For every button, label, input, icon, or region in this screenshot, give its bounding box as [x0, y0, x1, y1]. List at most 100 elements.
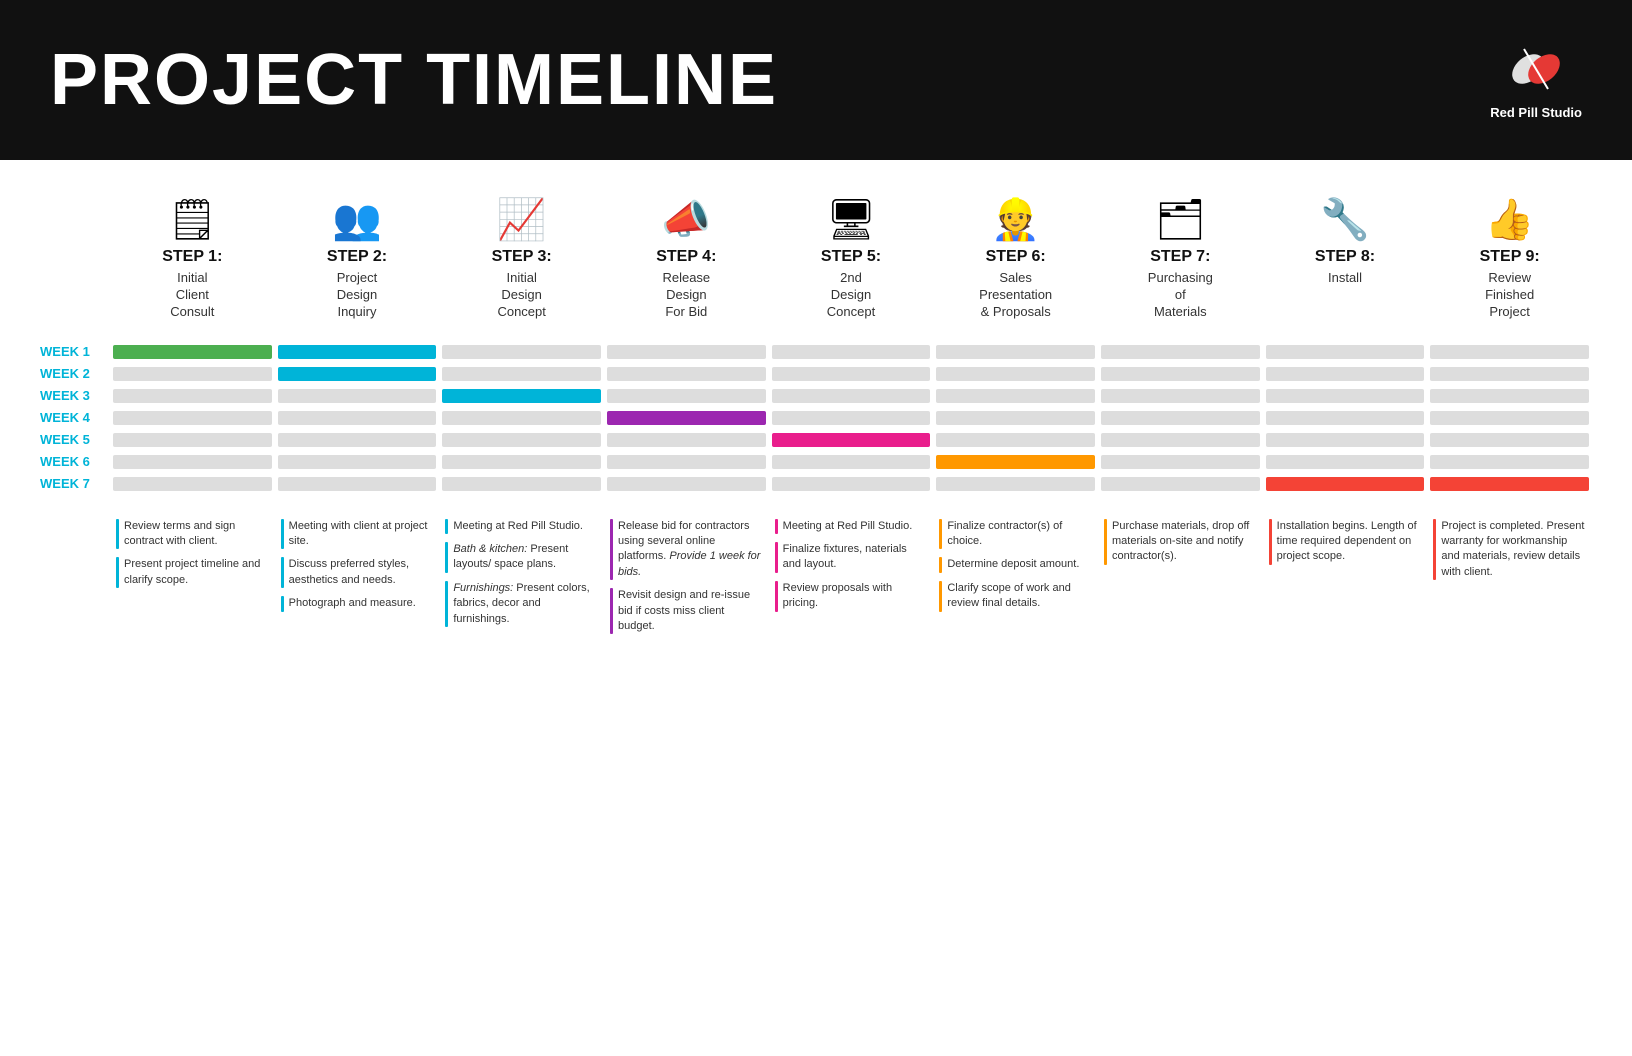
- bar-week7-step3: [439, 473, 604, 495]
- bar-fill-week5-step1: [113, 433, 272, 447]
- step-3-icon: 📈: [497, 200, 547, 240]
- note-text-4-1: Release bid for contractors using severa…: [618, 519, 763, 581]
- note-bar-5-3: [775, 581, 778, 612]
- step-2-number: STEP 2:: [327, 248, 387, 266]
- bar-week5-step3: [439, 429, 604, 451]
- step-1-title: InitialClientConsult: [170, 270, 214, 321]
- bar-fill-week4-step7: [1101, 411, 1260, 425]
- bar-week7-step6: [933, 473, 1098, 495]
- bar-week5-step8: [1263, 429, 1428, 451]
- note-text-6-3: Clarify scope of work and review final d…: [947, 581, 1092, 612]
- bar-fill-week7-step2: [278, 477, 437, 491]
- bar-fill-week2-step9: [1430, 367, 1589, 381]
- note-text-4-2: Revisit design and re-issue bid if costs…: [618, 588, 763, 634]
- notes-col-5: Meeting at Red Pill Studio. Finalize fixt…: [769, 515, 934, 647]
- bar-week2-step3: [439, 363, 604, 385]
- note-bar-2-3: [281, 596, 284, 611]
- step-6-number: STEP 6:: [986, 248, 1046, 266]
- bar-week1-step9: [1427, 341, 1592, 363]
- bar-week3-step6: [933, 385, 1098, 407]
- bar-week1-step6: [933, 341, 1098, 363]
- step-1-icon: 🗒: [167, 200, 218, 240]
- week-label-7: WEEK 7: [40, 473, 110, 495]
- bar-week4-step2: [275, 407, 440, 429]
- bar-week5-step2: [275, 429, 440, 451]
- bar-week6-step6: [933, 451, 1098, 473]
- main-content: 🗒 STEP 1: InitialClientConsult 👥 STEP 2:…: [0, 160, 1632, 686]
- bar-week1-step3: [439, 341, 604, 363]
- bar-fill-week4-step1: [113, 411, 272, 425]
- note-item-3-3: Furnishings: Present colors, fabrics, de…: [445, 581, 598, 627]
- bar-week1-step5: [769, 341, 934, 363]
- note-bar-9-1: [1433, 519, 1436, 581]
- bar-fill-week7-step9: [1430, 477, 1589, 491]
- note-text-3-1: Meeting at Red Pill Studio.: [453, 519, 583, 534]
- bar-week5-step5: [769, 429, 934, 451]
- bar-week1-step1: [110, 341, 275, 363]
- bar-fill-week6-step1: [113, 455, 272, 469]
- bar-week2-step2: [275, 363, 440, 385]
- bar-week3-step5: [769, 385, 934, 407]
- bar-fill-week2-step6: [936, 367, 1095, 381]
- bar-week3-step2: [275, 385, 440, 407]
- bar-fill-week1-step5: [772, 345, 931, 359]
- bar-week4-step3: [439, 407, 604, 429]
- bar-fill-week5-step7: [1101, 433, 1260, 447]
- bar-week4-step5: [769, 407, 934, 429]
- step-3-header: 📈 STEP 3: InitialDesignConcept: [439, 190, 604, 341]
- bar-week5-step9: [1427, 429, 1592, 451]
- step-2-title: ProjectDesignInquiry: [337, 270, 377, 321]
- note-text-1-2: Present project timeline and clarify sco…: [124, 557, 269, 588]
- bar-week7-step7: [1098, 473, 1263, 495]
- bar-fill-week3-step3: [442, 389, 601, 403]
- bar-fill-week3-step9: [1430, 389, 1589, 403]
- notes-col-6: Finalize contractor(s) of choice. Determi…: [933, 515, 1098, 647]
- bar-fill-week3-step8: [1266, 389, 1425, 403]
- note-text-6-2: Determine deposit amount.: [947, 557, 1079, 572]
- note-text-6-1: Finalize contractor(s) of choice.: [947, 519, 1092, 550]
- logo-icon: [1506, 39, 1566, 99]
- bar-week6-step2: [275, 451, 440, 473]
- bar-fill-week4-step9: [1430, 411, 1589, 425]
- bar-week2-step5: [769, 363, 934, 385]
- bar-fill-week1-step2: [278, 345, 437, 359]
- note-text-5-1: Meeting at Red Pill Studio.: [783, 519, 913, 534]
- step-6-header: 👷 STEP 6: SalesPresentation& Proposals: [933, 190, 1098, 341]
- bar-week4-step4: [604, 407, 769, 429]
- bar-fill-week5-step3: [442, 433, 601, 447]
- note-item-8-1: Installation begins. Length of time requ…: [1269, 519, 1422, 565]
- bar-fill-week6-step4: [607, 455, 766, 469]
- note-text-5-2: Finalize fixtures, naterials and layout.: [783, 542, 928, 573]
- step-8-number: STEP 8:: [1315, 248, 1375, 266]
- step-3-number: STEP 3:: [492, 248, 552, 266]
- step-4-icon: 📣: [661, 200, 711, 240]
- logo-area: Red Pill Studio: [1490, 39, 1582, 122]
- note-item-2-1: Meeting with client at project site.: [281, 519, 434, 550]
- bar-fill-week2-step8: [1266, 367, 1425, 381]
- note-bar-6-2: [939, 557, 942, 572]
- bar-week3-step7: [1098, 385, 1263, 407]
- note-item-2-2: Discuss preferred styles, aesthetics and…: [281, 557, 434, 588]
- bar-week1-step7: [1098, 341, 1263, 363]
- empty-corner: [40, 190, 110, 341]
- bar-week6-step5: [769, 451, 934, 473]
- step-2-header: 👥 STEP 2: ProjectDesignInquiry: [275, 190, 440, 341]
- bar-fill-week6-step9: [1430, 455, 1589, 469]
- note-item-4-1: Release bid for contractors using severa…: [610, 519, 763, 581]
- bar-fill-week1-step3: [442, 345, 601, 359]
- step-5-icon: 🖥: [826, 200, 877, 240]
- bar-fill-week2-step4: [607, 367, 766, 381]
- note-bar-8-1: [1269, 519, 1272, 565]
- bar-week6-step3: [439, 451, 604, 473]
- notes-col-4: Release bid for contractors using severa…: [604, 515, 769, 647]
- bar-fill-week7-step5: [772, 477, 931, 491]
- note-item-1-2: Present project timeline and clarify sco…: [116, 557, 269, 588]
- step-7-icon: 🗂: [1155, 200, 1206, 240]
- step-8-header: 🔧 STEP 8: Install: [1263, 190, 1428, 341]
- bar-fill-week1-step6: [936, 345, 1095, 359]
- note-item-6-1: Finalize contractor(s) of choice.: [939, 519, 1092, 550]
- bar-fill-week5-step5: [772, 433, 931, 447]
- notes-row: Review terms and sign contract with clie…: [40, 515, 1592, 647]
- bar-fill-week7-step4: [607, 477, 766, 491]
- step-1-number: STEP 1:: [162, 248, 222, 266]
